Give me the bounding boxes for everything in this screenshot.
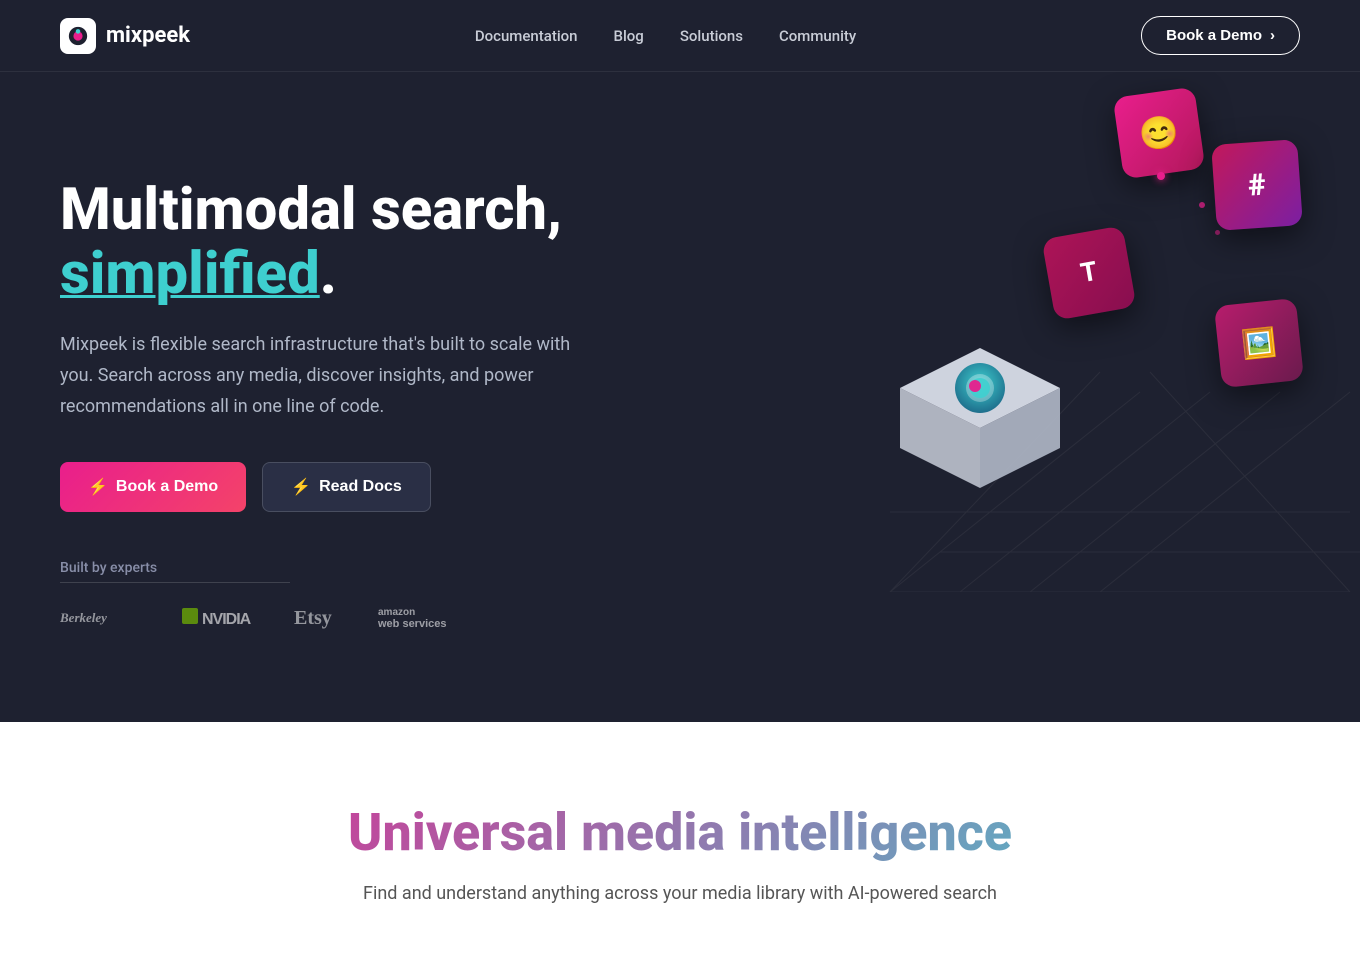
lightning-icon: ⚡	[88, 477, 108, 497]
berkeley-logo: Berkeley	[60, 602, 150, 632]
divider	[60, 582, 290, 583]
etsy-logo: Etsy	[294, 602, 344, 632]
svg-text:amazon: amazon	[378, 607, 415, 618]
nav-solutions[interactable]: Solutions	[680, 27, 743, 45]
hero-buttons: ⚡ Book a Demo ⚡ Read Docs	[60, 462, 580, 512]
svg-text:Etsy: Etsy	[294, 607, 332, 629]
nav-documentation[interactable]: Documentation	[475, 27, 578, 45]
connector-dot-2	[1199, 202, 1205, 208]
nav-blog[interactable]: Blog	[614, 27, 644, 45]
nvidia-logo: NVIDIA	[182, 602, 262, 632]
hero-content: Multimodal search, simplified. Mixpeek i…	[60, 179, 580, 635]
built-by-section: Built by experts Berkeley NVIDIA Etsy	[60, 560, 580, 635]
book-demo-nav-button[interactable]: Book a Demo ›	[1141, 16, 1300, 55]
connector-dot-3	[1215, 230, 1220, 235]
svg-text:NVIDIA: NVIDIA	[202, 611, 252, 628]
logo[interactable]: mixpeek	[60, 18, 190, 54]
nav-community[interactable]: Community	[779, 27, 856, 45]
hero-section: Multimodal search, simplified. Mixpeek i…	[0, 72, 1360, 722]
float-card-image: 🖼️	[1214, 298, 1304, 388]
section-below-title: Universal media intelligence	[60, 802, 1300, 863]
float-card-text: 𝐓	[1042, 226, 1137, 321]
nav-links: Documentation Blog Solutions Community	[475, 27, 856, 45]
hero-visual: 😊 # 𝐓 🖼️	[840, 72, 1360, 592]
book-demo-button[interactable]: ⚡ Book a Demo	[60, 462, 246, 512]
float-card-emoji: 😊	[1113, 87, 1206, 180]
navbar: mixpeek Documentation Blog Solutions Com…	[0, 0, 1360, 72]
read-docs-button[interactable]: ⚡ Read Docs	[262, 462, 431, 512]
section-below-subtitle: Find and understand anything across your…	[60, 883, 1300, 904]
svg-text:Berkeley: Berkeley	[60, 610, 107, 625]
hero-title: Multimodal search, simplified.	[60, 179, 580, 307]
logo-icon	[60, 18, 96, 54]
connector-dot-1	[1157, 172, 1165, 180]
section-below: Universal media intelligence Find and un…	[0, 722, 1360, 964]
hero-description: Mixpeek is flexible search infrastructur…	[60, 330, 580, 422]
lightning-icon-2: ⚡	[291, 477, 311, 497]
svg-text:web services: web services	[377, 618, 447, 630]
built-by-label: Built by experts	[60, 560, 580, 576]
aws-logo: amazon web services	[376, 599, 466, 635]
brand-logos: Berkeley NVIDIA Etsy	[60, 599, 580, 635]
logo-text: mixpeek	[106, 23, 190, 48]
chevron-right-icon: ›	[1270, 27, 1275, 44]
central-platform	[880, 328, 1080, 512]
float-card-hash: #	[1211, 139, 1303, 231]
